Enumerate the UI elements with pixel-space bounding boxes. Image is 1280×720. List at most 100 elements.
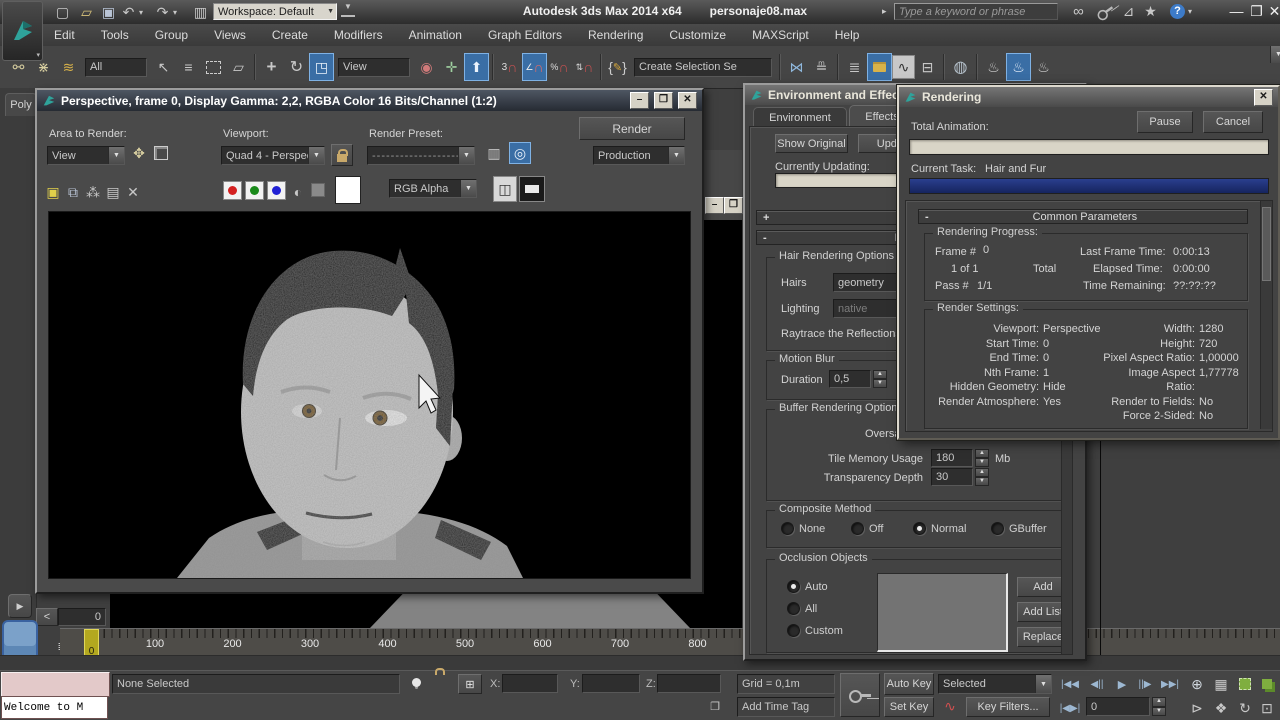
time-tag-icon[interactable] (705, 697, 725, 715)
time-slider-handle[interactable]: 0 (84, 629, 99, 656)
keyboard-override-icon[interactable] (464, 53, 489, 81)
key-mode-dropdown[interactable]: Selected ▼ (938, 674, 1052, 694)
select-object-icon[interactable] (151, 53, 176, 81)
tab-environment[interactable]: Environment (753, 107, 847, 128)
orbit-view-icon[interactable] (1234, 694, 1256, 720)
previous-frame-icon[interactable]: ◀|| (1086, 670, 1108, 698)
workspace-dropdown[interactable]: Workspace: Default ▼ (213, 3, 337, 20)
render-setup-icon[interactable] (981, 53, 1006, 81)
transparency-depth-field[interactable]: 30 (931, 468, 973, 486)
maximize-viewport-toggle-icon[interactable] (1256, 694, 1278, 720)
align-icon[interactable] (809, 53, 834, 81)
menu-customize[interactable]: Customize (663, 26, 732, 44)
selection-set-arrow-icon[interactable]: ▼ (1270, 46, 1280, 63)
select-and-rotate-icon[interactable] (284, 53, 309, 81)
key-filters-button[interactable]: Key Filters... (966, 697, 1050, 717)
menu-group[interactable]: Group (149, 26, 194, 44)
set-keys-big-button[interactable] (840, 673, 880, 717)
rfw-minimize-icon[interactable] (630, 92, 649, 109)
transparency-depth-spinner[interactable]: ▲ ▼ (975, 468, 989, 486)
rectangular-selection-region-icon[interactable] (201, 53, 226, 81)
project-folder-icon[interactable] (188, 0, 213, 26)
spinner-snap-icon[interactable] (572, 53, 597, 81)
current-frame-spinner[interactable]: ▲ ▼ (1152, 697, 1166, 716)
production-dropdown[interactable]: Production ▼ (593, 146, 685, 165)
occlusion-all-radio[interactable]: All (787, 602, 817, 615)
isolate-viewport-icon[interactable] (1186, 694, 1208, 720)
edit-region-icon[interactable] (129, 142, 149, 164)
window-crossing-icon[interactable] (226, 53, 251, 81)
material-editor-icon[interactable] (948, 53, 973, 81)
render-setup-shortcut-icon[interactable] (483, 142, 505, 164)
area-to-render-dropdown[interactable]: View ▼ (47, 146, 125, 165)
help-icon[interactable]: ? (1170, 4, 1185, 19)
background-restore-icon[interactable] (724, 197, 743, 214)
composite-off-radio[interactable]: Off (851, 522, 883, 535)
clear-color-swatch[interactable] (335, 176, 361, 204)
scene-explorer-icon[interactable] (867, 53, 892, 81)
snapshot-icon[interactable] (509, 142, 531, 164)
render-button[interactable]: Render (579, 117, 685, 140)
rendering-scrollbar-thumb[interactable] (1262, 207, 1271, 281)
default-in-out-tangent-icon[interactable] (938, 695, 962, 717)
named-selection-sets-icon[interactable]: {} (605, 53, 630, 81)
layer-manager-icon[interactable] (842, 53, 867, 81)
area-dropdown-arrow-icon[interactable]: ▼ (108, 147, 124, 164)
menu-modifiers[interactable]: Modifiers (328, 26, 389, 44)
selection-filter-dropdown[interactable]: All ▼ (85, 46, 1280, 77)
next-frame-icon[interactable]: ||▶ (1134, 670, 1156, 698)
composite-gbuffer-radio[interactable]: GBuffer (991, 522, 1047, 535)
menu-create[interactable]: Create (266, 26, 314, 44)
rendering-scrollbar[interactable] (1260, 201, 1272, 429)
star-favorites-icon[interactable] (1138, 0, 1163, 25)
preset-dropdown-arrow-icon[interactable]: ▼ (458, 147, 474, 164)
go-to-end-icon[interactable]: ▶▶| (1158, 670, 1182, 698)
z-coordinate-field[interactable] (657, 674, 721, 693)
select-by-name-icon[interactable] (176, 53, 201, 81)
composite-none-radio[interactable]: None (781, 522, 825, 535)
clear-image-icon[interactable] (123, 178, 143, 206)
occlusion-auto-radio[interactable]: Auto (787, 580, 828, 593)
occlusion-custom-radio[interactable]: Custom (787, 624, 843, 637)
duration-spinner[interactable]: ▲ ▼ (873, 370, 887, 388)
binoculars-icon[interactable] (1066, 0, 1091, 25)
cancel-button[interactable]: Cancel (1203, 111, 1263, 133)
monochrome-channel-icon[interactable] (289, 178, 307, 206)
menu-help[interactable]: Help (829, 26, 866, 44)
new-file-icon[interactable] (50, 0, 75, 26)
rfw-close-icon[interactable] (678, 92, 697, 109)
layer-a-icon[interactable] (493, 176, 517, 202)
rendering-close-icon[interactable] (1254, 88, 1273, 106)
auto-key-button[interactable]: Auto Key (884, 673, 934, 695)
maxscript-listener-output[interactable]: Welcome to M (1, 696, 108, 719)
select-and-move-icon[interactable] (259, 53, 284, 81)
layer-b-icon[interactable] (519, 176, 545, 202)
menu-tools[interactable]: Tools (95, 26, 135, 44)
redo-dropdown-icon[interactable] (170, 0, 180, 26)
maxscript-mini-listener[interactable] (1, 672, 110, 697)
search-collapse-icon[interactable] (882, 6, 887, 17)
render-production-icon[interactable] (1031, 53, 1056, 81)
duration-field[interactable]: 0,5 (829, 370, 871, 388)
pause-button[interactable]: Pause (1137, 111, 1193, 133)
red-channel-button[interactable] (223, 181, 242, 200)
curve-editor-icon[interactable] (892, 55, 915, 79)
menu-views[interactable]: Views (208, 26, 252, 44)
select-and-scale-icon[interactable] (309, 53, 334, 81)
rfw-titlebar[interactable]: Perspective, frame 0, Display Gamma: 2,2… (37, 90, 702, 111)
track-expand-button[interactable] (8, 594, 32, 618)
isolate-selection-bulb-icon[interactable] (412, 678, 421, 687)
current-frame-field[interactable]: 0 (1086, 697, 1150, 716)
clone-window-icon[interactable] (83, 178, 103, 206)
select-and-manipulate-icon[interactable] (439, 53, 464, 81)
print-image-icon[interactable] (103, 178, 123, 206)
x-coordinate-field[interactable] (502, 674, 558, 693)
play-animation-icon[interactable]: ▶ (1112, 670, 1132, 698)
rendered-frame-window-icon[interactable] (1006, 53, 1031, 81)
viewport-dropdown-arrow-icon[interactable]: ▼ (308, 147, 324, 164)
save-image-icon[interactable] (43, 178, 63, 206)
workspace-flyout-icon[interactable] (341, 0, 355, 17)
angle-snap-icon[interactable] (522, 53, 547, 81)
schematic-view-icon[interactable] (915, 53, 940, 81)
key-step-toggle-icon[interactable]: |◀▶| (1058, 694, 1082, 720)
